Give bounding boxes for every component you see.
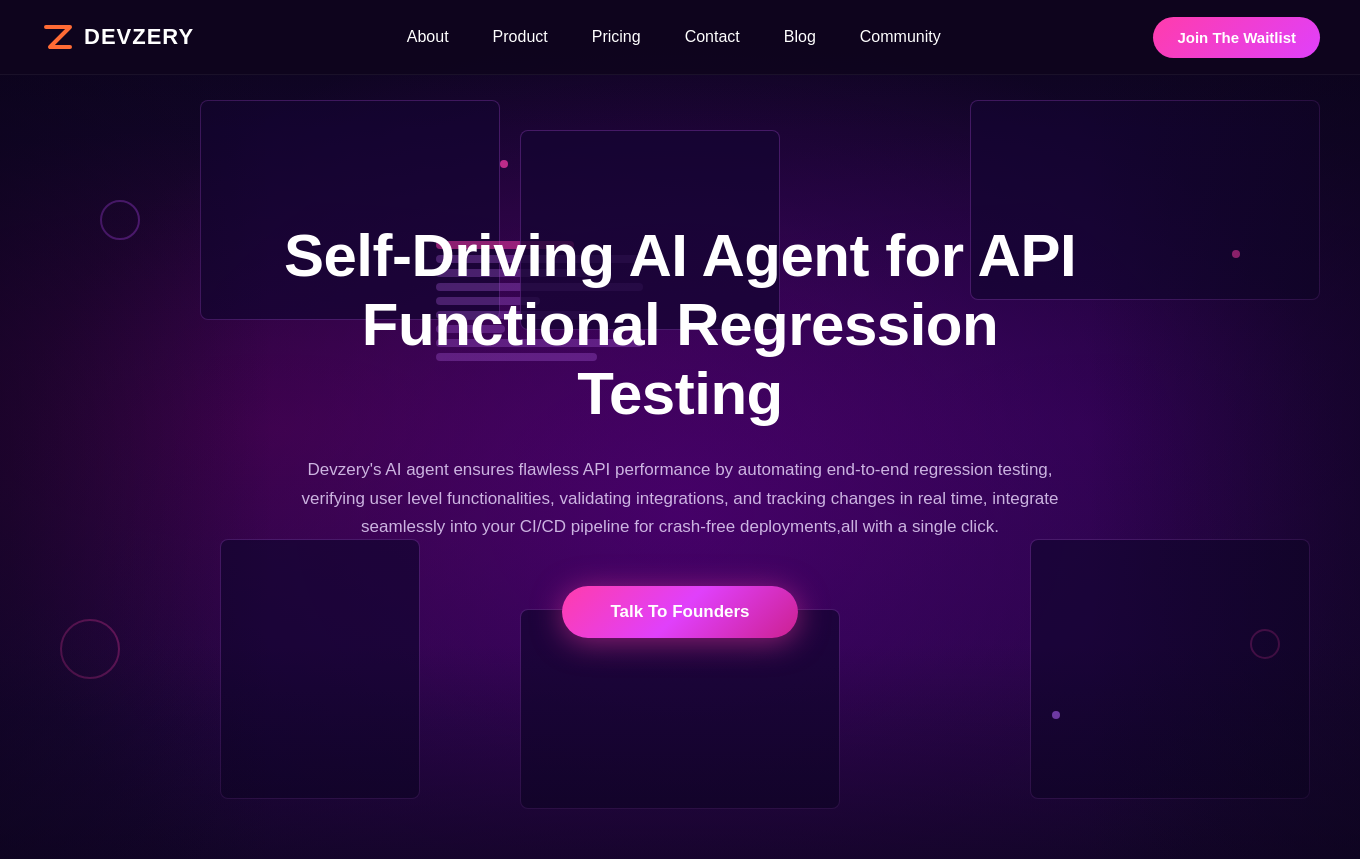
nav-link-about[interactable]: About [389, 20, 467, 53]
hero-subtitle: Devzery's AI agent ensures flawless API … [290, 456, 1070, 543]
logo-text: DEVZERY [84, 24, 194, 50]
join-waitlist-button[interactable]: Join The Waitlist [1153, 17, 1320, 58]
nav-link-pricing[interactable]: Pricing [574, 20, 659, 53]
hero-content: Self-Driving AI Agent for API Functional… [230, 221, 1130, 639]
navbar: DEVZERY About Product Pricing Contact Bl… [0, 0, 1360, 75]
nav-link-community[interactable]: Community [842, 20, 959, 53]
nav-links: About Product Pricing Contact Blog Commu… [389, 28, 959, 46]
hero-title: Self-Driving AI Agent for API Functional… [270, 221, 1090, 428]
nav-link-blog[interactable]: Blog [766, 20, 834, 53]
hero-section: Self-Driving AI Agent for API Functional… [0, 0, 1360, 859]
devzery-logo-icon [40, 19, 76, 55]
talk-to-founders-button[interactable]: Talk To Founders [562, 586, 797, 638]
nav-link-product[interactable]: Product [475, 20, 566, 53]
nav-link-contact[interactable]: Contact [667, 20, 758, 53]
logo-link[interactable]: DEVZERY [40, 19, 194, 55]
